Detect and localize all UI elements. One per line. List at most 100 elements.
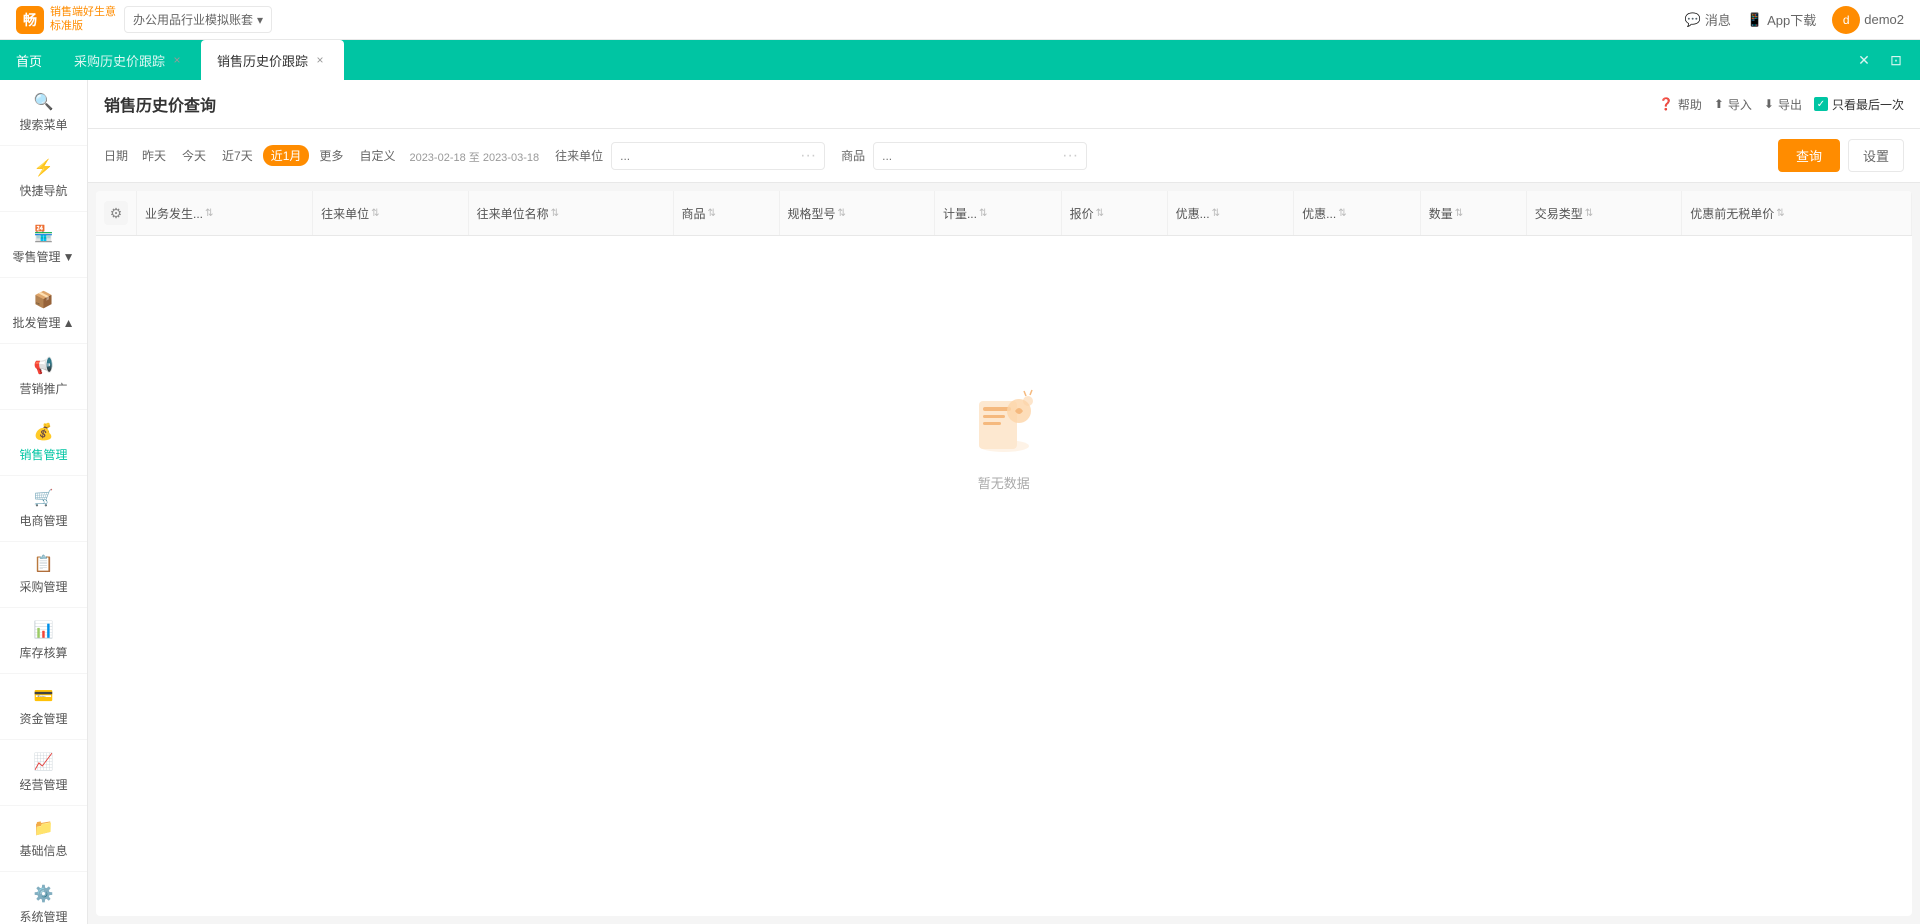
date-btn-custom[interactable]: 自定义 [353,145,401,166]
close-sales-tab[interactable]: × [312,52,328,68]
sidebar-item-purchase[interactable]: 📋 采购管理 [0,542,87,608]
money-icon: 💰 [34,422,54,442]
close-window-button[interactable]: ✕ [1852,48,1876,72]
counterparty-picker-icon[interactable]: ··· [800,147,816,165]
date-btn-yesterday[interactable]: 昨天 [136,145,172,166]
sidebar-item-wholesale[interactable]: 📦 批发管理 ▲ [0,278,87,344]
logo-area: 畅 销售端好生意 标准版 [16,6,116,34]
goods-input[interactable] [882,149,1062,163]
import-icon: ⬆ [1714,97,1724,111]
query-button[interactable]: 查询 [1778,139,1840,172]
sidebar-item-ecommerce[interactable]: 🛒 电商管理 [0,476,87,542]
sidebar-item-marketing[interactable]: 📢 营销推广 [0,344,87,410]
th-pre-tax[interactable]: 优惠前无税单价 ⇅ [1682,191,1912,236]
th-unit[interactable]: 计量... ⇅ [934,191,1061,236]
clipboard-icon: 📋 [34,554,54,574]
cart-icon: 🛒 [34,488,54,508]
th-gear: ⚙ [96,191,137,236]
empty-state: 暂无数据 [96,236,1912,636]
help-button[interactable]: ❓ 帮助 [1659,96,1702,113]
tab-purchase[interactable]: 采购历史价跟踪 × [58,40,201,80]
sort-icon: ⇅ [1585,208,1593,219]
th-goods[interactable]: 商品 ⇅ [673,191,779,236]
goods-picker-icon[interactable]: ··· [1062,147,1078,165]
sort-icon: ⇅ [551,208,559,219]
date-btn-more[interactable]: 更多 [313,145,349,166]
date-label: 日期 [104,147,128,164]
lightning-icon: ⚡ [34,158,54,178]
export-button[interactable]: ⬇ 导出 [1764,96,1802,113]
sidebar-item-retail[interactable]: 🏪 零售管理 ▼ [0,212,87,278]
gear-icon: ⚙️ [34,884,54,904]
sidebar-item-shortcut[interactable]: ⚡ 快捷导航 [0,146,87,212]
trending-icon: 📈 [34,752,54,772]
top-bar: 畅 销售端好生意 标准版 办公用品行业模拟账套 ▾ 💬 消息 📱 App下载 d… [0,0,1920,40]
restore-window-button[interactable]: ⊡ [1884,48,1908,72]
message-button[interactable]: 💬 消息 [1685,10,1731,29]
content-area: 销售历史价查询 ❓ 帮助 ⬆ 导入 ⬇ 导出 ✓ 只看最后一次 [88,80,1920,924]
close-purchase-tab[interactable]: × [169,52,185,68]
counterparty-input[interactable] [620,149,800,163]
page-actions: ❓ 帮助 ⬆ 导入 ⬇ 导出 ✓ 只看最后一次 [1659,96,1904,113]
filter-bar: 日期 昨天 今天 近7天 近1月 更多 自定义 2023-02-18 至 202… [88,129,1920,183]
th-discount1[interactable]: 优惠... ⇅ [1167,191,1294,236]
chart-icon: 📊 [34,620,54,640]
sort-icon: ⇅ [371,208,379,219]
only-last-checkbox-label[interactable]: ✓ 只看最后一次 [1814,96,1904,113]
page-header: 销售历史价查询 ❓ 帮助 ⬆ 导入 ⬇ 导出 ✓ 只看最后一次 [88,80,1920,129]
tab-home[interactable]: 首页 [0,40,58,80]
main-layout: 🔍 搜索菜单 ⚡ 快捷导航 🏪 零售管理 ▼ 📦 批发管理 ▲ 📢 营销推广 [0,80,1920,924]
sort-icon: ⇅ [1212,208,1220,219]
sort-icon: ⇅ [1776,208,1784,219]
date-btn-7days[interactable]: 近7天 [216,145,259,166]
filter-actions: 查询 设置 [1778,139,1904,172]
chevron-up-icon: ▲ [63,316,75,330]
th-spec[interactable]: 规格型号 ⇅ [779,191,934,236]
th-trade-type[interactable]: 交易类型 ⇅ [1526,191,1681,236]
store-icon: 🏪 [34,224,54,244]
sidebar-item-search[interactable]: 🔍 搜索菜单 [0,80,87,146]
table-container: ⚙ 业务发生... ⇅ 往来单位 ⇅ [96,191,1912,916]
th-price[interactable]: 报价 ⇅ [1061,191,1167,236]
th-discount2[interactable]: 优惠... ⇅ [1294,191,1421,236]
question-icon: ❓ [1659,97,1674,111]
date-btn-1month[interactable]: 近1月 [263,145,310,166]
tab-sales[interactable]: 销售历史价跟踪 × [201,40,344,80]
sidebar-item-finance[interactable]: 💳 资金管理 [0,674,87,740]
th-counterparty-name[interactable]: 往来单位名称 ⇅ [468,191,673,236]
import-button[interactable]: ⬆ 导入 [1714,96,1752,113]
top-bar-left: 畅 销售端好生意 标准版 办公用品行业模拟账套 ▾ [16,6,272,34]
th-qty[interactable]: 数量 ⇅ [1420,191,1526,236]
sidebar-item-operations[interactable]: 📈 经营管理 [0,740,87,806]
tab-bar-actions: ✕ ⊡ [1852,48,1920,72]
sidebar-item-sales[interactable]: 💰 销售管理 [0,410,87,476]
logo-icon: 畅 [16,6,44,34]
sort-icon: ⇅ [1096,208,1104,219]
avatar: d [1832,6,1860,34]
sidebar-item-system[interactable]: ⚙️ 系统管理 [0,872,87,924]
company-selector[interactable]: 办公用品行业模拟账套 ▾ [124,6,272,33]
settings-button[interactable]: 设置 [1848,139,1904,172]
search-icon: 🔍 [34,92,54,112]
data-table: ⚙ 业务发生... ⇅ 往来单位 ⇅ [96,191,1912,636]
th-biz-date[interactable]: 业务发生... ⇅ [137,191,313,236]
sidebar-item-inventory[interactable]: 📊 库存核算 [0,608,87,674]
date-range: 2023-02-18 至 2023-03-18 [409,149,539,165]
th-counterparty[interactable]: 往来单位 ⇅ [313,191,468,236]
goods-input-wrapper[interactable]: ··· [873,142,1087,170]
counterparty-filter-group: 往来单位 ··· [555,142,825,170]
megaphone-icon: 📢 [34,356,54,376]
phone-icon: 📱 [1747,12,1763,28]
column-settings-button[interactable]: ⚙ [104,201,128,225]
empty-illustration [964,381,1044,461]
user-menu[interactable]: d demo2 [1832,6,1904,34]
message-icon: 💬 [1685,12,1701,28]
folder-icon: 📁 [34,818,54,838]
sort-icon: ⇅ [1338,208,1346,219]
top-bar-right: 💬 消息 📱 App下载 d demo2 [1685,6,1904,34]
counterparty-input-wrapper[interactable]: ··· [611,142,825,170]
app-download-button[interactable]: 📱 App下载 [1747,10,1816,29]
sidebar-item-basic[interactable]: 📁 基础信息 [0,806,87,872]
date-btn-today[interactable]: 今天 [176,145,212,166]
only-last-checkbox[interactable]: ✓ [1814,97,1828,111]
